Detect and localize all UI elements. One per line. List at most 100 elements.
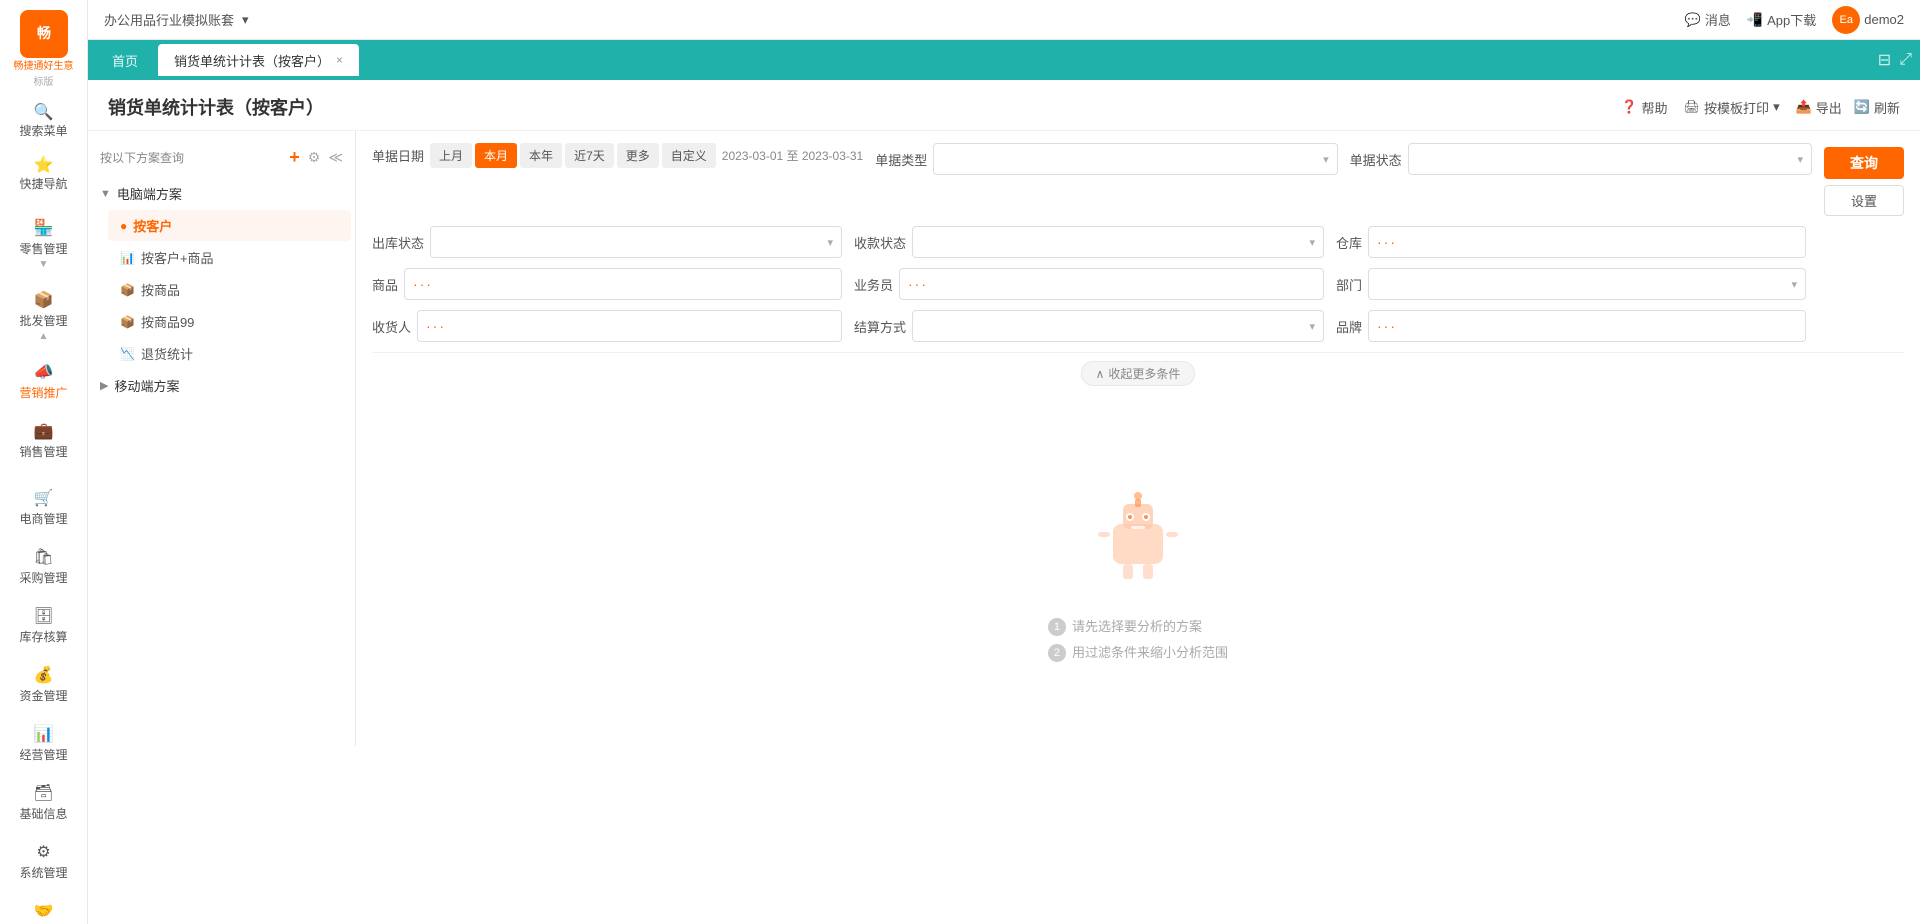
logo-subtitle: 标版 — [34, 73, 54, 88]
date-btn-this-month[interactable]: 本月 — [475, 143, 517, 168]
tab-minimize-icon[interactable]: ⊟ — [1878, 50, 1891, 70]
settings-button[interactable]: 设置 — [1824, 185, 1904, 216]
topbar-right: 💬 消息 📲 App下载 Ea demo2 — [1685, 6, 1904, 34]
date-btn-this-year[interactable]: 本年 — [520, 143, 562, 168]
collapse-more-btn[interactable]: ∧ 收起更多条件 — [1081, 361, 1196, 386]
tab-sales-report[interactable]: 销货单统计计表（按客户） × — [158, 44, 359, 76]
doc-status-arrow: ▾ — [1797, 153, 1803, 166]
logo-text: 畅捷通好生意 — [14, 60, 74, 73]
finance-label: 资金管理 — [19, 687, 67, 704]
doc-type-select[interactable]: ▾ — [933, 143, 1337, 175]
sidebar-item-wholesale[interactable]: 📦 批发管理 ▲ — [0, 280, 87, 352]
sidebar-item-enterprise[interactable]: 🤝 企业协同 — [0, 891, 87, 924]
out-status-label: 出库状态 — [372, 233, 424, 252]
search-menu-item[interactable]: 🔍 搜索菜单 — [0, 94, 87, 147]
app-download-btn[interactable]: 📲 App下载 — [1747, 10, 1816, 29]
by-goods99-label: 按商品99 — [141, 312, 194, 331]
tree-item-by-customer-goods[interactable]: 📊 按客户+商品 — [108, 242, 351, 273]
date-range-display: 2023-03-01 至 2023-03-31 — [722, 147, 863, 164]
help-btn[interactable]: ❓ 帮助 — [1621, 98, 1667, 117]
finance-icon: 💰 — [34, 665, 54, 685]
tree-children-desktop: ● 按客户 📊 按客户+商品 📦 按商品 — [88, 210, 355, 369]
brand-dots: ··· — [1377, 318, 1397, 334]
tree-group-desktop-header[interactable]: ▼ 电脑端方案 — [88, 178, 355, 209]
filter-row-3: 商品 ··· 业务员 ··· 部门 — [372, 268, 1904, 300]
topbar-dropdown-icon[interactable]: ▾ — [242, 12, 249, 28]
goods-dots: ··· — [413, 276, 433, 292]
tree-arrow-desktop: ▼ — [100, 188, 111, 200]
system-label: 系统管理 — [19, 864, 67, 881]
salesperson-label: 业务员 — [854, 275, 893, 294]
tree-item-by-goods99[interactable]: 📦 按商品99 — [108, 306, 351, 337]
brand-select[interactable]: ··· — [1368, 310, 1806, 342]
sidebar-item-marketing[interactable]: 📣 营销推广 — [0, 352, 87, 411]
sidebar-item-finance[interactable]: 💰 资金管理 — [0, 655, 87, 714]
doc-type-arrow: ▾ — [1323, 153, 1329, 166]
date-btn-more[interactable]: 更多 — [617, 143, 659, 168]
department-select[interactable]: ▾ — [1368, 268, 1806, 300]
tab-home[interactable]: 首页 — [96, 44, 154, 76]
filter-right-btns: 查询 设置 — [1824, 143, 1904, 216]
sidebar-item-ecommerce[interactable]: 🛒 电商管理 — [0, 478, 87, 537]
filter-row-2: 出库状态 ▾ 收款状态 ▾ — [372, 226, 1904, 258]
salesperson-dots: ··· — [908, 276, 928, 292]
tab-close-btn[interactable]: × — [336, 53, 343, 67]
quick-nav-item[interactable]: ⭐ 快捷导航 — [0, 147, 87, 200]
collapse-sidebar-icon[interactable]: ≪ — [328, 149, 343, 166]
date-btn-last-month[interactable]: 上月 — [430, 143, 472, 168]
salesperson-select[interactable]: ··· — [899, 268, 1324, 300]
sidebar-item-system[interactable]: ⚙ 系统管理 — [0, 832, 87, 891]
sidebar-item-operations[interactable]: 📊 经营管理 — [0, 714, 87, 773]
doc-type-label: 单据类型 — [875, 150, 927, 169]
message-btn[interactable]: 💬 消息 — [1685, 10, 1731, 29]
by-goods-label: 按商品 — [141, 280, 180, 299]
print-template-btn[interactable]: 🖨 按模板打印 ▾ — [1680, 98, 1784, 117]
warehouse-filter: 仓库 ··· — [1336, 226, 1806, 258]
consignee-select[interactable]: ··· — [417, 310, 842, 342]
sales-label: 销售管理 — [19, 443, 67, 460]
tab-expand-icon[interactable]: ⤢ — [1899, 51, 1912, 69]
receipt-status-select[interactable]: ▾ — [912, 226, 1324, 258]
refresh-btn[interactable]: 🔄 刷新 — [1854, 98, 1900, 117]
content-inner: 销货单统计计表（按客户） ❓ 帮助 🖨 按模板打印 ▾ 📤 导出 — [88, 80, 1920, 924]
sidebar-item-retail[interactable]: 🏪 零售管理 ▼ — [0, 208, 87, 280]
export-btn[interactable]: 📤 导出 — [1796, 98, 1842, 117]
payment-select[interactable]: ▾ — [912, 310, 1324, 342]
empty-state-illustration — [1078, 474, 1198, 594]
add-scheme-icon[interactable]: + — [289, 147, 300, 168]
tab-bar: 首页 销货单统计计表（按客户） × ⊟ ⤢ — [88, 40, 1920, 80]
sidebar-item-sales[interactable]: 💼 销售管理 — [0, 411, 87, 470]
date-btn-last-7days[interactable]: 近7天 — [565, 143, 614, 168]
doc-status-select[interactable]: ▾ — [1408, 143, 1812, 175]
tree-group-desktop: ▼ 电脑端方案 ● 按客户 📊 按客户+商品 — [88, 178, 355, 369]
retail-label: 零售管理 — [19, 240, 67, 257]
query-button[interactable]: 查询 — [1824, 147, 1904, 179]
receipt-status-label: 收款状态 — [854, 233, 906, 252]
settings-scheme-icon[interactable]: ⚙ — [308, 149, 321, 166]
consignee-label: 收货人 — [372, 317, 411, 336]
warehouse-select[interactable]: ··· — [1368, 226, 1806, 258]
user-menu[interactable]: Ea demo2 — [1832, 6, 1904, 34]
tree-item-return-stats[interactable]: 📉 退货统计 — [108, 338, 351, 369]
tree-item-by-goods[interactable]: 📦 按商品 — [108, 274, 351, 305]
empty-state: 1 请先选择要分析的方案 2 用过滤条件来缩小分析范围 — [372, 394, 1904, 746]
sidebar-item-inventory[interactable]: 🗄 库存核算 — [0, 596, 87, 655]
department-arrow: ▾ — [1791, 278, 1797, 291]
tree-group-mobile-header[interactable]: ▶ 移动端方案 — [88, 370, 355, 401]
date-btn-custom[interactable]: 自定义 — [662, 143, 716, 168]
download-icon: 📲 — [1747, 12, 1763, 28]
sidebar-item-purchase[interactable]: 🛍 采购管理 — [0, 537, 87, 596]
topbar: 办公用品行业模拟账套 ▾ 💬 消息 📲 App下载 Ea demo2 — [88, 0, 1920, 40]
out-status-filter: 出库状态 ▾ — [372, 226, 842, 258]
filter-sidebar: 按以下方案查询 + ⚙ ≪ ▼ 电脑端方案 — [88, 131, 356, 746]
content-area: 销货单统计计表（按客户） ❓ 帮助 🖨 按模板打印 ▾ 📤 导出 — [88, 80, 1920, 924]
out-status-select[interactable]: ▾ — [430, 226, 842, 258]
by-customer-icon: ● — [120, 219, 127, 233]
message-icon: 💬 — [1685, 12, 1701, 28]
goods-select[interactable]: ··· — [404, 268, 842, 300]
operations-icon: 📊 — [34, 724, 54, 744]
collapse-bar: ∧ 收起更多条件 — [372, 352, 1904, 394]
sidebar-item-basic[interactable]: 🗃 基础信息 — [0, 773, 87, 832]
home-tab-label: 首页 — [112, 51, 138, 70]
tree-item-by-customer[interactable]: ● 按客户 — [108, 210, 351, 241]
